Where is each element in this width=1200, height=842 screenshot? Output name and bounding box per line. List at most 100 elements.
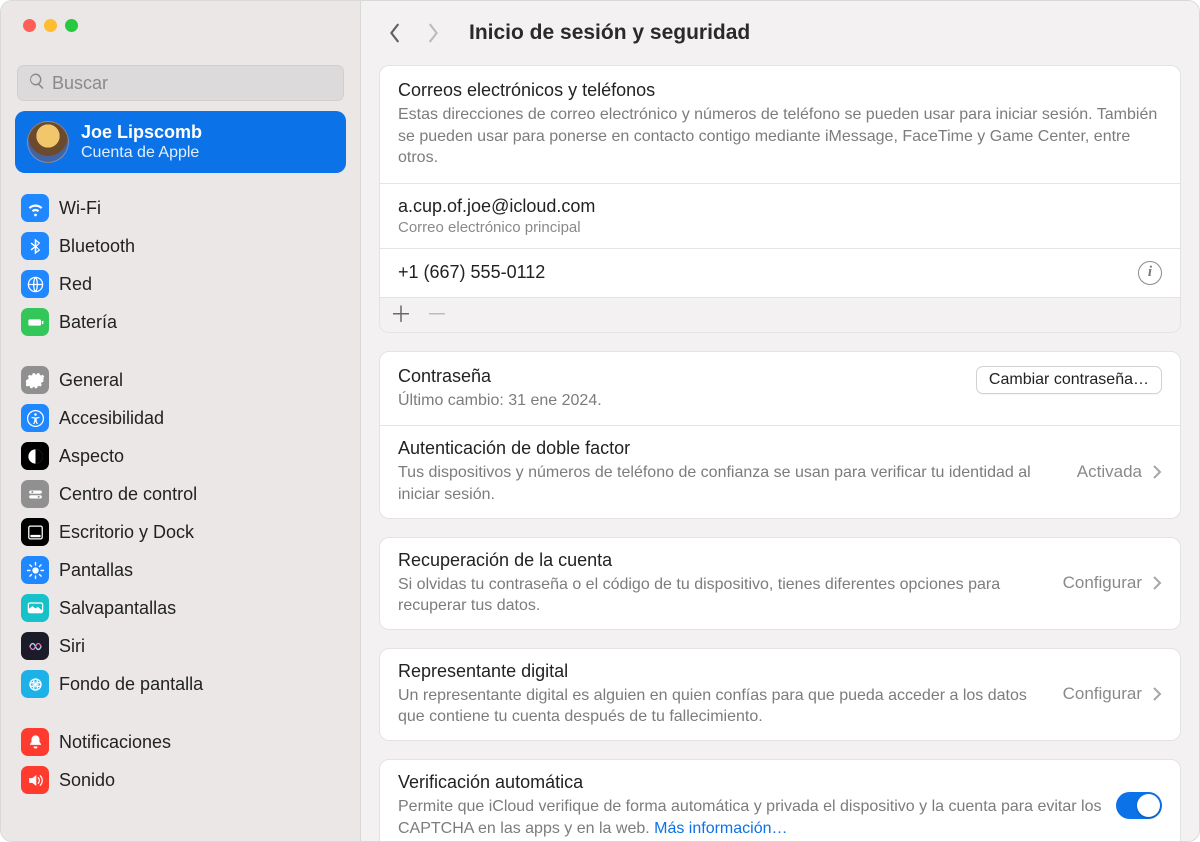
minimize-window-button[interactable] (44, 19, 57, 32)
content-header: Inicio de sesión y seguridad (361, 1, 1199, 65)
two-factor-status: Activada (1077, 462, 1142, 482)
nav-group-2: General Accesibilidad Aspecto Centro de con… (15, 361, 346, 703)
auto-verify-desc: Permite que iCloud verifique de forma au… (398, 796, 1106, 839)
wallpaper-icon (21, 670, 49, 698)
auto-verify-title: Verificación automática (398, 772, 1106, 793)
control-center-icon (21, 480, 49, 508)
sidebar-item-label: Notificaciones (59, 732, 171, 753)
chevron-right-icon (1152, 465, 1162, 479)
sidebar-item-label: Bluetooth (59, 236, 135, 257)
sidebar-item-label: Batería (59, 312, 117, 333)
sidebar-item-battery[interactable]: Batería (15, 303, 346, 341)
sidebar-item-gear[interactable]: General (15, 361, 346, 399)
two-factor-title: Autenticación de doble factor (398, 438, 1067, 459)
dock-icon (21, 518, 49, 546)
sidebar-item-wifi[interactable]: Wi-Fi (15, 189, 346, 227)
avatar (27, 121, 69, 163)
sidebar-item-screensaver[interactable]: Salvapantallas (15, 589, 346, 627)
sidebar-item-speaker[interactable]: Sonido (15, 761, 346, 799)
sidebar-item-label: Pantallas (59, 560, 133, 581)
auto-verify-toggle[interactable] (1116, 792, 1162, 819)
search-input[interactable] (52, 73, 333, 94)
wifi-icon (21, 194, 49, 222)
chevron-right-icon (1152, 576, 1162, 590)
auto-verify-card: Verificación automática Permite que iClo… (379, 759, 1181, 841)
change-password-button[interactable]: Cambiar contraseña… (976, 366, 1162, 394)
legacy-status: Configurar (1063, 684, 1142, 704)
nav-group-1: Wi-Fi Bluetooth Red Batería (15, 189, 346, 341)
forward-button[interactable] (421, 21, 445, 45)
sidebar-item-label: Red (59, 274, 92, 295)
settings-window: Joe Lipscomb Cuenta de Apple Wi-Fi Blueto… (0, 0, 1200, 842)
legacy-contact-row[interactable]: Representante digital Un representante d… (380, 649, 1180, 740)
add-button[interactable]: ＋ (390, 304, 412, 326)
sidebar-item-label: Fondo de pantalla (59, 674, 203, 695)
emails-title: Correos electrónicos y teléfonos (398, 80, 1162, 101)
sidebar-item-label: Escritorio y Dock (59, 522, 194, 543)
bluetooth-icon (21, 232, 49, 260)
sidebar: Joe Lipscomb Cuenta de Apple Wi-Fi Blueto… (1, 1, 361, 841)
globe-icon (21, 270, 49, 298)
search-icon (28, 72, 46, 95)
zoom-window-button[interactable] (65, 19, 78, 32)
back-button[interactable] (383, 21, 407, 45)
sidebar-item-globe[interactable]: Red (15, 265, 346, 303)
legacy-title: Representante digital (398, 661, 1053, 682)
recovery-row[interactable]: Recuperación de la cuenta Si olvidas tu … (380, 538, 1180, 629)
sidebar-item-siri[interactable]: Siri (15, 627, 346, 665)
sidebar-item-label: Centro de control (59, 484, 197, 505)
sidebar-item-accessibility[interactable]: Accesibilidad (15, 399, 346, 437)
remove-button[interactable]: － (426, 304, 448, 326)
sidebar-item-label: Siri (59, 636, 85, 657)
recovery-status: Configurar (1063, 573, 1142, 593)
sidebar-item-label: Sonido (59, 770, 115, 791)
sidebar-item-bell[interactable]: Notificaciones (15, 723, 346, 761)
page-title: Inicio de sesión y seguridad (469, 21, 750, 45)
sidebar-item-dock[interactable]: Escritorio y Dock (15, 513, 346, 551)
search-field[interactable] (17, 65, 344, 101)
nav-group-3: Notificaciones Sonido (15, 723, 346, 799)
sidebar-item-label: Wi-Fi (59, 198, 101, 219)
sidebar-item-label: Aspecto (59, 446, 124, 467)
sidebar-item-wallpaper[interactable]: Fondo de pantalla (15, 665, 346, 703)
displays-icon (21, 556, 49, 584)
legacy-contact-card: Representante digital Un representante d… (379, 648, 1181, 741)
two-factor-desc: Tus dispositivos y números de teléfono d… (398, 462, 1067, 505)
sidebar-item-label: Accesibilidad (59, 408, 164, 429)
content-pane: Inicio de sesión y seguridad Correos ele… (361, 1, 1199, 841)
sidebar-item-label: General (59, 370, 123, 391)
sidebar-item-bluetooth[interactable]: Bluetooth (15, 227, 346, 265)
speaker-icon (21, 766, 49, 794)
account-card[interactable]: Joe Lipscomb Cuenta de Apple (15, 111, 346, 173)
close-window-button[interactable] (23, 19, 36, 32)
password-card: Contraseña Último cambio: 31 ene 2024. C… (379, 351, 1181, 519)
account-subtitle: Cuenta de Apple (81, 144, 202, 162)
phone-value: +1 (667) 555-0112 (398, 262, 1128, 283)
bell-icon (21, 728, 49, 756)
two-factor-row[interactable]: Autenticación de doble factor Tus dispos… (380, 426, 1180, 517)
emails-desc: Estas direcciones de correo electrónico … (398, 104, 1162, 169)
accessibility-icon (21, 404, 49, 432)
gear-icon (21, 366, 49, 394)
chevron-right-icon (1152, 687, 1162, 701)
email-row-primary[interactable]: a.cup.of.joe@icloud.com Correo electróni… (380, 184, 1180, 248)
emails-phones-card: Correos electrónicos y teléfonos Estas d… (379, 65, 1181, 333)
recovery-title: Recuperación de la cuenta (398, 550, 1053, 571)
email-sub: Correo electrónico principal (398, 219, 1162, 236)
sidebar-item-appearance[interactable]: Aspecto (15, 437, 346, 475)
sidebar-item-label: Salvapantallas (59, 598, 176, 619)
email-value: a.cup.of.joe@icloud.com (398, 196, 1162, 217)
learn-more-link[interactable]: Más información… (654, 820, 787, 837)
sidebar-nav: Wi-Fi Bluetooth Red Batería General Accesibi… (1, 189, 360, 841)
phone-row[interactable]: +1 (667) 555-0112 i (380, 249, 1180, 297)
password-sub: Último cambio: 31 ene 2024. (398, 390, 602, 412)
appearance-icon (21, 442, 49, 470)
recovery-desc: Si olvidas tu contraseña o el código de … (398, 574, 1053, 617)
sidebar-item-control-center[interactable]: Centro de control (15, 475, 346, 513)
sidebar-item-displays[interactable]: Pantallas (15, 551, 346, 589)
window-controls (1, 1, 360, 51)
password-title: Contraseña (398, 366, 602, 387)
account-name: Joe Lipscomb (81, 122, 202, 143)
info-icon[interactable]: i (1138, 261, 1162, 285)
legacy-desc: Un representante digital es alguien en q… (398, 685, 1053, 728)
